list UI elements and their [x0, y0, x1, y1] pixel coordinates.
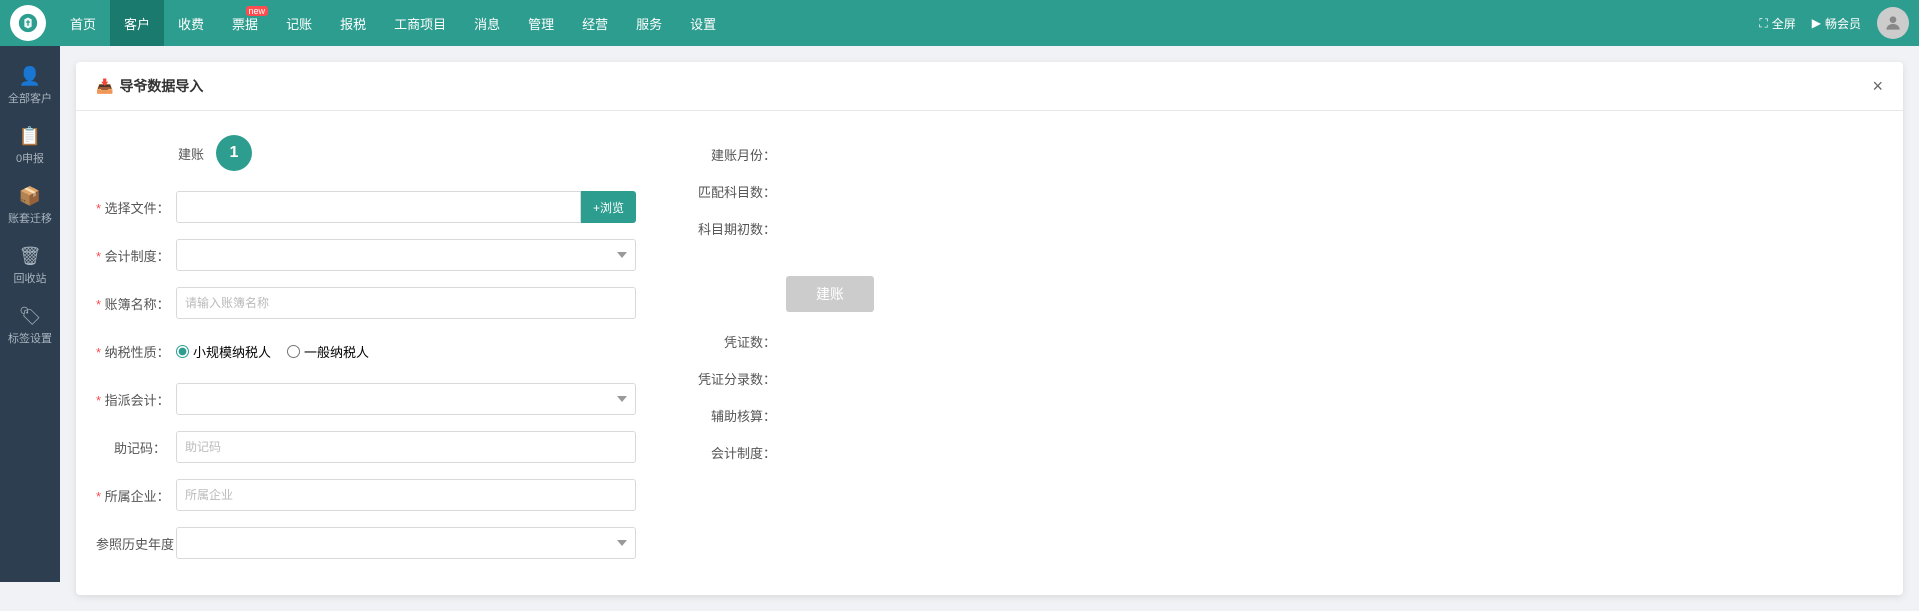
- dialog-card: 📥 导爷数据导入 × 建账 1 选择文件： +浏览: [76, 62, 1903, 595]
- browse-button[interactable]: +浏览: [581, 191, 636, 223]
- tag-settings-icon: 🏷: [19, 306, 42, 327]
- match-accounts-label: 匹配科目数：: [696, 182, 786, 201]
- nav-service[interactable]: 服务: [622, 0, 676, 46]
- create-btn-container: 建账: [696, 256, 1883, 312]
- file-input-group: +浏览: [176, 191, 636, 223]
- dialog-close-button[interactable]: ×: [1872, 77, 1883, 95]
- sidebar-item-trash[interactable]: 🗑 回收站: [0, 236, 60, 296]
- tax-type-row: 纳税性质： 小规模纳税人 一般纳税人: [96, 335, 636, 367]
- voucher-count-label: 凭证数：: [696, 332, 786, 351]
- nav-invoices[interactable]: 票据 new: [218, 0, 272, 46]
- step-badge: 1: [216, 135, 252, 171]
- accountant-select[interactable]: [176, 383, 636, 415]
- accounting-month-label: 建账月份：: [696, 145, 786, 164]
- voucher-entries-label: 凭证分录数：: [696, 369, 786, 388]
- auxiliary-label: 辅助核算：: [696, 406, 786, 425]
- accountant-row: 指派会计：: [96, 383, 636, 415]
- nav-menu: 首页 客户 收费 票据 new 记账 报税 工商项目 消息 管理 经营 服务 设…: [56, 0, 1759, 46]
- file-label: 选择文件：: [96, 198, 176, 217]
- ref-year-label: 参照历史年度：: [96, 534, 176, 553]
- account-migration-icon: 📦: [19, 186, 41, 207]
- ledger-name-row: 账簿名称：: [96, 287, 636, 319]
- dialog-title: 📥 导爷数据导入: [96, 76, 203, 96]
- ref-year-select[interactable]: [176, 527, 636, 559]
- member-btn[interactable]: ▶ 畅会员: [1812, 15, 1861, 32]
- sidebar-item-tag-settings[interactable]: 🏷 标签设置: [0, 296, 60, 356]
- dialog-title-icon: 📥: [96, 78, 113, 95]
- right-panel: 建账月份： 匹配科目数： 科目期初数： 建账 凭证数：: [636, 135, 1883, 575]
- nav-tax[interactable]: 报税: [326, 0, 380, 46]
- right-accounting-system-label: 会计制度：: [696, 443, 786, 462]
- sidebar-item-declaration[interactable]: 📋 0申报: [0, 116, 60, 176]
- ledger-name-input[interactable]: [176, 287, 636, 319]
- declaration-icon: 📋: [19, 126, 41, 147]
- auxiliary-row: 辅助核算：: [696, 406, 1883, 425]
- tax-small-label: 小规模纳税人: [193, 342, 271, 361]
- user-avatar[interactable]: [1877, 7, 1909, 39]
- memo-row: 助记码：: [96, 431, 636, 463]
- match-accounts-row: 匹配科目数：: [696, 182, 1883, 201]
- nav-manage[interactable]: 管理: [514, 0, 568, 46]
- create-account-button[interactable]: 建账: [786, 276, 874, 312]
- opening-balance-label: 科目期初数：: [696, 219, 786, 238]
- memo-input[interactable]: [176, 431, 636, 463]
- nav-accounts[interactable]: 记账: [272, 0, 326, 46]
- file-input[interactable]: [176, 191, 581, 223]
- sidebar: 👤 全部客户 📋 0申报 📦 账套迁移 🗑 回收站 🏷 标签设置: [0, 46, 60, 582]
- nav-right-area: ⛶ 全屏 ▶ 畅会员: [1759, 7, 1909, 39]
- nav-settings[interactable]: 设置: [676, 0, 730, 46]
- accountant-label: 指派会计：: [96, 390, 176, 409]
- company-input[interactable]: [176, 479, 636, 511]
- step-label: 建账: [156, 144, 216, 163]
- sidebar-item-all-customers[interactable]: 👤 全部客户: [0, 56, 60, 116]
- tax-general-label: 一般纳税人: [304, 342, 369, 361]
- company-label: 所属企业：: [96, 486, 176, 505]
- sidebar-item-account-migration[interactable]: 📦 账套迁移: [0, 176, 60, 236]
- tax-small-option[interactable]: 小规模纳税人: [176, 342, 271, 361]
- nav-messages[interactable]: 消息: [460, 0, 514, 46]
- accounting-system-label: 会计制度：: [96, 246, 176, 265]
- fullscreen-btn[interactable]: ⛶ 全屏: [1759, 15, 1795, 32]
- voucher-entries-row: 凭证分录数：: [696, 369, 1883, 388]
- accounting-system-row: 会计制度：: [96, 239, 636, 271]
- opening-balance-row: 科目期初数：: [696, 219, 1883, 238]
- accounting-system-select[interactable]: [176, 239, 636, 271]
- company-row: 所属企业：: [96, 479, 636, 511]
- tax-general-option[interactable]: 一般纳税人: [287, 342, 369, 361]
- app-logo[interactable]: [10, 5, 46, 41]
- file-row: 选择文件： +浏览: [96, 191, 636, 223]
- dialog-title-text: 导爷数据导入: [119, 76, 203, 96]
- tax-general-radio[interactable]: [287, 345, 300, 358]
- nav-home[interactable]: 首页: [56, 0, 110, 46]
- top-navigation: 首页 客户 收费 票据 new 记账 报税 工商项目 消息 管理 经营 服务 设…: [0, 0, 1919, 46]
- accounting-month-row: 建账月份：: [696, 145, 1883, 164]
- nav-customers[interactable]: 客户: [110, 0, 164, 46]
- voucher-count-row: 凭证数：: [696, 332, 1883, 351]
- tax-type-label: 纳税性质：: [96, 342, 176, 361]
- tax-type-radio-group: 小规模纳税人 一般纳税人: [176, 342, 636, 361]
- memo-label: 助记码：: [96, 438, 176, 457]
- new-badge: new: [246, 6, 269, 16]
- ref-year-row: 参照历史年度：: [96, 527, 636, 559]
- nav-operation[interactable]: 经营: [568, 0, 622, 46]
- all-customers-icon: 👤: [19, 66, 41, 87]
- right-accounting-system-row: 会计制度：: [696, 443, 1883, 462]
- main-content: 📥 导爷数据导入 × 建账 1 选择文件： +浏览: [60, 46, 1919, 611]
- nav-business[interactable]: 工商项目: [380, 0, 460, 46]
- tax-small-radio[interactable]: [176, 345, 189, 358]
- dialog-header: 📥 导爷数据导入 ×: [76, 62, 1903, 111]
- nav-fees[interactable]: 收费: [164, 0, 218, 46]
- trash-icon: 🗑: [19, 246, 42, 267]
- ledger-name-label: 账簿名称：: [96, 294, 176, 313]
